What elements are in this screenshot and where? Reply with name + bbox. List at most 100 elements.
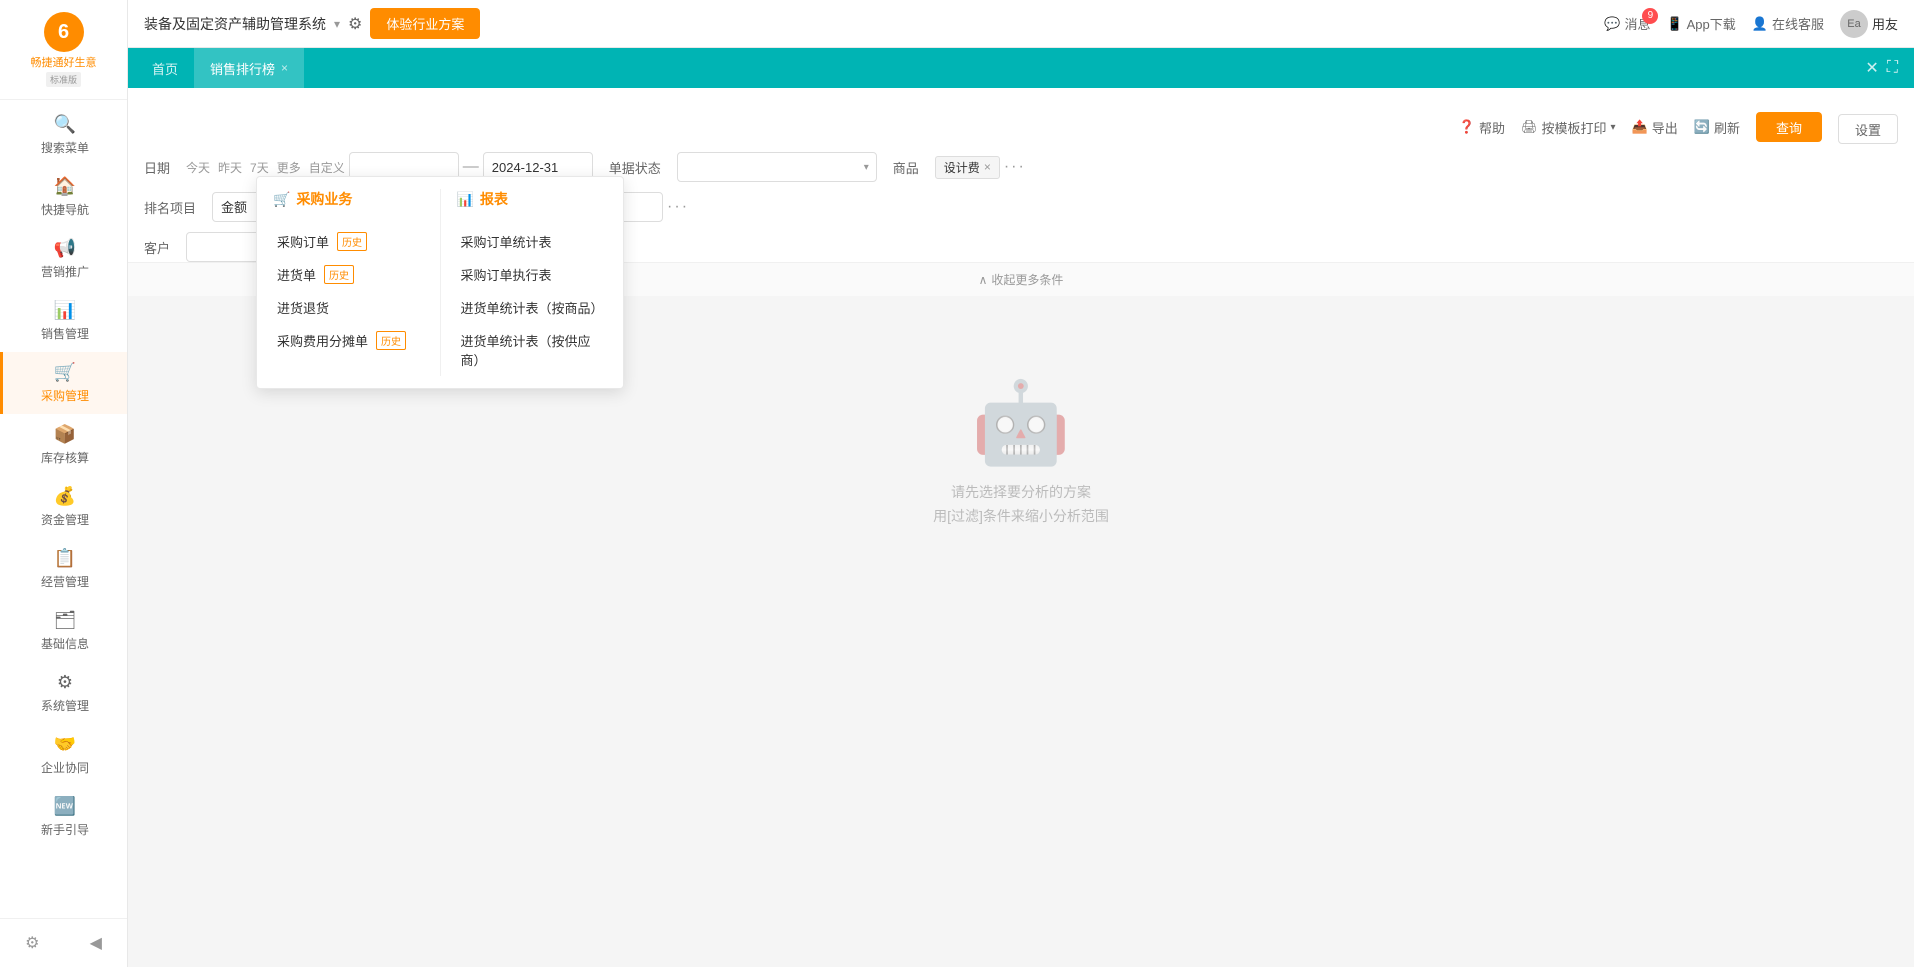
online-service-button[interactable]: 👤 在线客服 bbox=[1752, 14, 1824, 33]
purchase-section-label: 采购业务 bbox=[296, 189, 352, 209]
sidebar-item-quick-nav[interactable]: 🏠 快捷导航 bbox=[0, 166, 127, 228]
sidebar-item-label: 经营管理 bbox=[41, 573, 89, 590]
export-button[interactable]: 📤 导出 bbox=[1632, 118, 1678, 137]
dropdown-item-purchase-order-exec[interactable]: 采购订单执行表 bbox=[457, 258, 608, 291]
dropdown-item-receipt-stat-supplier[interactable]: 进货单统计表（按供应商） bbox=[457, 324, 608, 376]
dropdown-item-purchase-order[interactable]: 采购订单 历史 bbox=[273, 225, 424, 258]
date-custom-link[interactable]: 自定义 bbox=[309, 159, 345, 176]
app-download-button[interactable]: 📱 App下载 bbox=[1666, 14, 1735, 33]
logo-char: 6 bbox=[58, 21, 69, 44]
sidebar-item-inventory[interactable]: 📦 库存核算 bbox=[0, 414, 127, 476]
sidebar-settings-button[interactable]: ⚙ bbox=[17, 929, 47, 957]
sidebar-item-operation[interactable]: 📋 经营管理 bbox=[0, 538, 127, 600]
tab-home-label: 首页 bbox=[152, 59, 178, 78]
refresh-button[interactable]: 🔄 刷新 bbox=[1694, 118, 1740, 137]
system-name: 装备及固定资产辅助管理系统 bbox=[144, 14, 326, 34]
home-icon: 🏠 bbox=[54, 176, 76, 197]
user-profile-button[interactable]: Ea 用友 bbox=[1840, 10, 1898, 38]
dropdown-item-label: 进货单统计表（按供应商） bbox=[461, 331, 604, 369]
dropdown-item-label: 采购订单 bbox=[277, 232, 329, 251]
dropdown-item-label: 采购订单执行表 bbox=[461, 265, 552, 284]
tab-home[interactable]: 首页 bbox=[136, 48, 194, 88]
sidebar-collapse-button[interactable]: ◀ bbox=[82, 929, 110, 957]
sidebar-item-label: 销售管理 bbox=[41, 325, 89, 342]
goods-dots-button[interactable]: ··· bbox=[1004, 158, 1026, 176]
tab-close-icon[interactable]: × bbox=[281, 61, 288, 75]
query-button[interactable]: 查询 bbox=[1756, 112, 1822, 142]
tabbar-right: ✕ ⛶ bbox=[1865, 58, 1906, 78]
dropdown-item-purchase-receipt[interactable]: 进货单 历史 bbox=[273, 258, 424, 291]
sidebar-item-purchase[interactable]: 🛒 采购管理 bbox=[0, 352, 127, 414]
tab-maximize-icon[interactable]: ⛶ bbox=[1887, 59, 1898, 77]
finance-icon: 💰 bbox=[54, 486, 76, 507]
report-section: 📊 报表 采购订单统计表 采购订单执行表 进货单统计表（按商品） 进货单统计表（… bbox=[440, 189, 624, 376]
dropdown-item-purchase-order-stat[interactable]: 采购订单统计表 bbox=[457, 225, 608, 258]
customer-label: 客户 bbox=[144, 238, 170, 257]
help-label: 帮助 bbox=[1479, 118, 1505, 137]
tab-sales-rank[interactable]: 销售排行榜 × bbox=[194, 48, 304, 88]
sidebar-item-enterprise[interactable]: 🤝 企业协同 bbox=[0, 724, 127, 786]
date-more-link[interactable]: 更多 bbox=[277, 159, 301, 176]
sidebar-item-label: 新手引导 bbox=[41, 821, 89, 838]
marketing-icon: 📢 bbox=[54, 238, 76, 259]
sales-icon: 📊 bbox=[54, 300, 76, 321]
sidebar-logo: 6 畅捷通好生意 标准版 bbox=[0, 0, 127, 100]
tab-sales-rank-label: 销售排行榜 bbox=[210, 59, 275, 78]
system-icon: ⚙ bbox=[57, 672, 73, 693]
filter-toolbar: ❓ 帮助 🖨 按模板打印 ▾ 📤 导出 🔄 刷新 查询 设置 bbox=[144, 100, 1898, 152]
logo-text: 畅捷通好生意 bbox=[31, 56, 97, 70]
search-icon: 🔍 bbox=[54, 114, 76, 135]
report-section-header: 📊 报表 bbox=[457, 189, 608, 215]
dropdown-item-badge: 历史 bbox=[376, 331, 406, 350]
dropdown-item-badge: 历史 bbox=[337, 232, 367, 251]
sidebar-item-basic-info[interactable]: 🗂 基础信息 bbox=[0, 600, 127, 662]
purchase-section-icon: 🛒 bbox=[273, 191, 290, 208]
dropdown-item-purchase-expense[interactable]: 采购费用分摊单 历史 bbox=[273, 324, 424, 357]
tab-close-window-icon[interactable]: ✕ bbox=[1865, 58, 1878, 78]
dropdown-item-label: 进货退货 bbox=[277, 298, 329, 317]
print-button[interactable]: 🖨 按模板打印 ▾ bbox=[1521, 118, 1616, 137]
topbar-gear-icon[interactable]: ⚙ bbox=[348, 14, 362, 34]
sidebar-item-label: 企业协同 bbox=[41, 759, 89, 776]
export-icon: 📤 bbox=[1632, 119, 1648, 135]
refresh-icon: 🔄 bbox=[1694, 119, 1710, 135]
empty-hint-2: 用[过滤]条件来缩小分析范围 bbox=[933, 506, 1109, 526]
sidebar-item-label: 快捷导航 bbox=[41, 201, 89, 218]
dropdown-item-receipt-stat-goods[interactable]: 进货单统计表（按商品） bbox=[457, 291, 608, 324]
print-icon: 🖨 bbox=[1521, 119, 1538, 135]
topbar-system-title: 装备及固定资产辅助管理系统 ▾ ⚙ bbox=[144, 14, 362, 34]
empty-hint-1: 请先选择要分析的方案 bbox=[951, 482, 1091, 502]
salesperson-dots-button[interactable]: ··· bbox=[667, 198, 689, 216]
report-section-icon: 📊 bbox=[457, 191, 474, 208]
date-today-link[interactable]: 今天 bbox=[186, 159, 210, 176]
sidebar-item-system[interactable]: ⚙ 系统管理 bbox=[0, 662, 127, 724]
date-7days-link[interactable]: 7天 bbox=[250, 159, 269, 176]
trial-button[interactable]: 体验行业方案 bbox=[370, 8, 480, 39]
sidebar-item-guide[interactable]: 🆕 新手引导 bbox=[0, 786, 127, 848]
sidebar-item-finance[interactable]: 💰 资金管理 bbox=[0, 476, 127, 538]
sidebar-item-marketing[interactable]: 📢 营销推广 bbox=[0, 228, 127, 290]
date-yesterday-link[interactable]: 昨天 bbox=[218, 159, 242, 176]
print-dropdown-icon[interactable]: ▾ bbox=[1611, 122, 1616, 133]
collapse-label: 收起更多条件 bbox=[991, 271, 1063, 288]
date-filter-label: 日期 bbox=[144, 158, 170, 177]
purchase-section: 🛒 采购业务 采购订单 历史 进货单 历史 进货退货 采购费用分摊单 历史 bbox=[257, 189, 440, 376]
purchase-icon: 🛒 bbox=[54, 362, 76, 383]
sidebar-item-search[interactable]: 🔍 搜索菜单 bbox=[0, 104, 127, 166]
dropdown-item-label: 采购订单统计表 bbox=[461, 232, 552, 251]
system-dropdown-icon[interactable]: ▾ bbox=[334, 17, 340, 31]
dropdown-item-purchase-return[interactable]: 进货退货 bbox=[273, 291, 424, 324]
notification-button[interactable]: 💬 消息 9 bbox=[1604, 14, 1650, 33]
sidebar-item-label: 采购管理 bbox=[41, 387, 89, 404]
settings-button[interactable]: 设置 bbox=[1838, 114, 1898, 144]
dropdown-item-label: 采购费用分摊单 bbox=[277, 331, 368, 350]
guide-icon: 🆕 bbox=[54, 796, 76, 817]
sidebar-item-sales[interactable]: 📊 销售管理 bbox=[0, 290, 127, 352]
help-button[interactable]: ❓ 帮助 bbox=[1459, 118, 1505, 137]
avatar: Ea bbox=[1840, 10, 1868, 38]
print-label: 按模板打印 bbox=[1542, 118, 1607, 137]
doc-status-select[interactable] bbox=[677, 152, 877, 182]
goods-tag-remove-icon[interactable]: × bbox=[984, 160, 991, 174]
headset-icon: 👤 bbox=[1752, 16, 1768, 32]
basic-info-icon: 🗂 bbox=[54, 610, 77, 631]
